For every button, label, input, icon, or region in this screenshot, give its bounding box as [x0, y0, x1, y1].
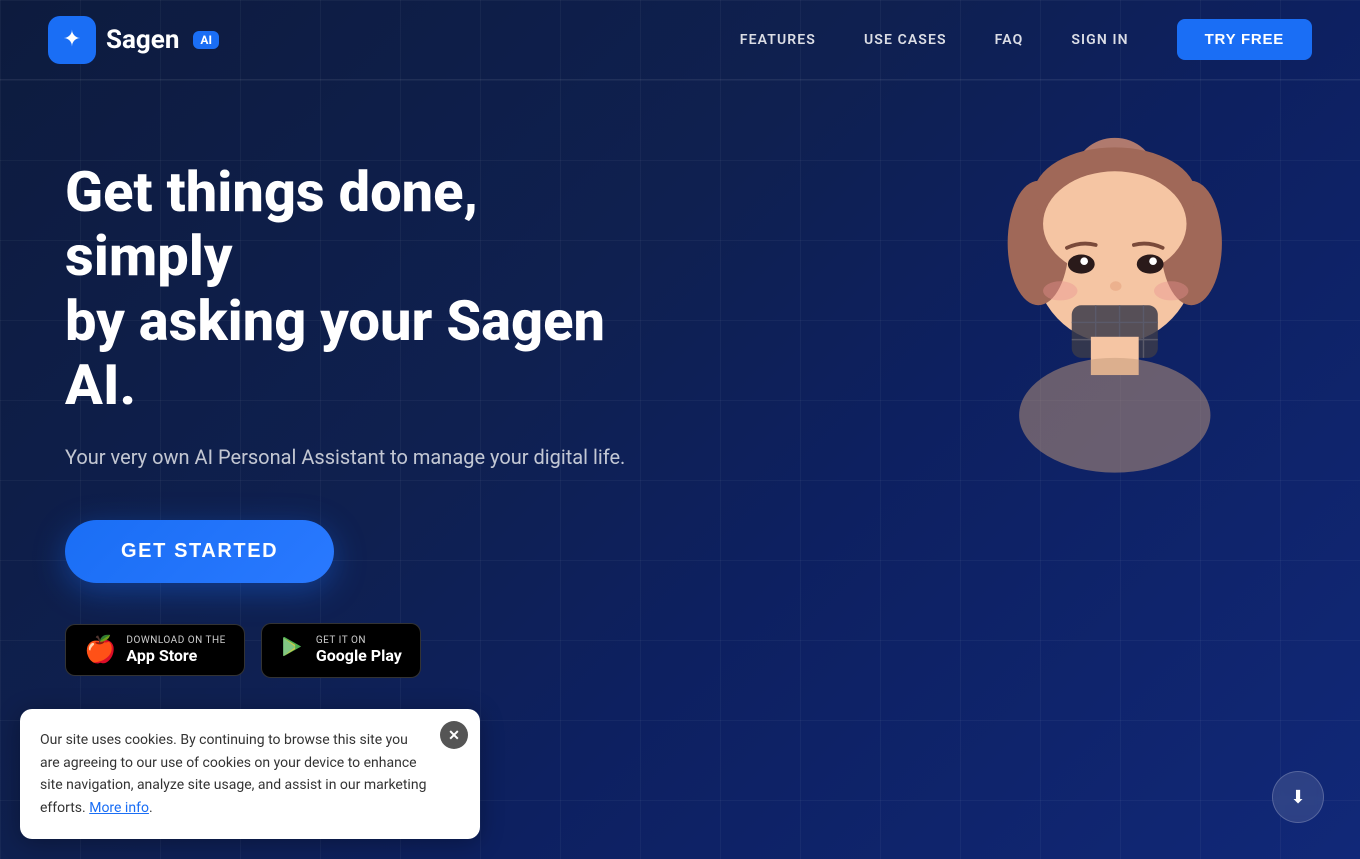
hero-section: Get things done, simply by asking your S… [0, 80, 720, 678]
scroll-down-button[interactable]: ⬇ [1272, 771, 1324, 823]
nav-sign-in[interactable]: SIGN IN [1071, 32, 1128, 48]
apple-icon: 🍎 [84, 635, 116, 665]
apple-badge-main: App Store [126, 646, 225, 665]
logo-area[interactable]: ✦ Sagen AI [48, 16, 219, 64]
logo-text: Sagen [106, 25, 179, 55]
logo-icon: ✦ [48, 16, 96, 64]
store-badges: 🍎 Download on the App Store GET IT ON Go… [65, 623, 655, 678]
cookie-close-button[interactable]: ✕ [440, 721, 468, 749]
ai-character [920, 90, 1300, 530]
google-play-icon [280, 634, 306, 667]
google-badge-top: GET IT ON [316, 635, 402, 646]
try-free-button[interactable]: TRY FREE [1177, 19, 1312, 60]
character-svg [920, 90, 1300, 530]
scroll-down-icon: ⬇ [1290, 787, 1305, 808]
nav-features[interactable]: FEATURES [740, 32, 816, 48]
navbar: ✦ Sagen AI FEATURES USE CASES FAQ SIGN I… [0, 0, 1360, 80]
google-play-badge[interactable]: GET IT ON Google Play [261, 623, 421, 678]
cookie-more-info-link[interactable]: More info [89, 800, 149, 816]
hero-title: Get things done, simply by asking your S… [65, 160, 655, 418]
nav-links: FEATURES USE CASES FAQ SIGN IN TRY FREE [740, 19, 1312, 60]
app-store-badge[interactable]: 🍎 Download on the App Store [65, 624, 245, 676]
apple-badge-text: Download on the App Store [126, 635, 225, 665]
hero-subtitle: Your very own AI Personal Assistant to m… [65, 442, 655, 472]
apple-badge-top: Download on the [126, 635, 225, 646]
google-badge-text: GET IT ON Google Play [316, 635, 402, 665]
nav-faq[interactable]: FAQ [995, 32, 1024, 48]
nav-use-cases[interactable]: USE CASES [864, 32, 947, 48]
google-badge-main: Google Play [316, 646, 402, 665]
logo-badge: AI [193, 31, 219, 49]
cookie-banner: ✕ Our site uses cookies. By continuing t… [20, 709, 480, 839]
cookie-period: . [149, 800, 153, 816]
get-started-button[interactable]: GET STARTED [65, 520, 334, 583]
